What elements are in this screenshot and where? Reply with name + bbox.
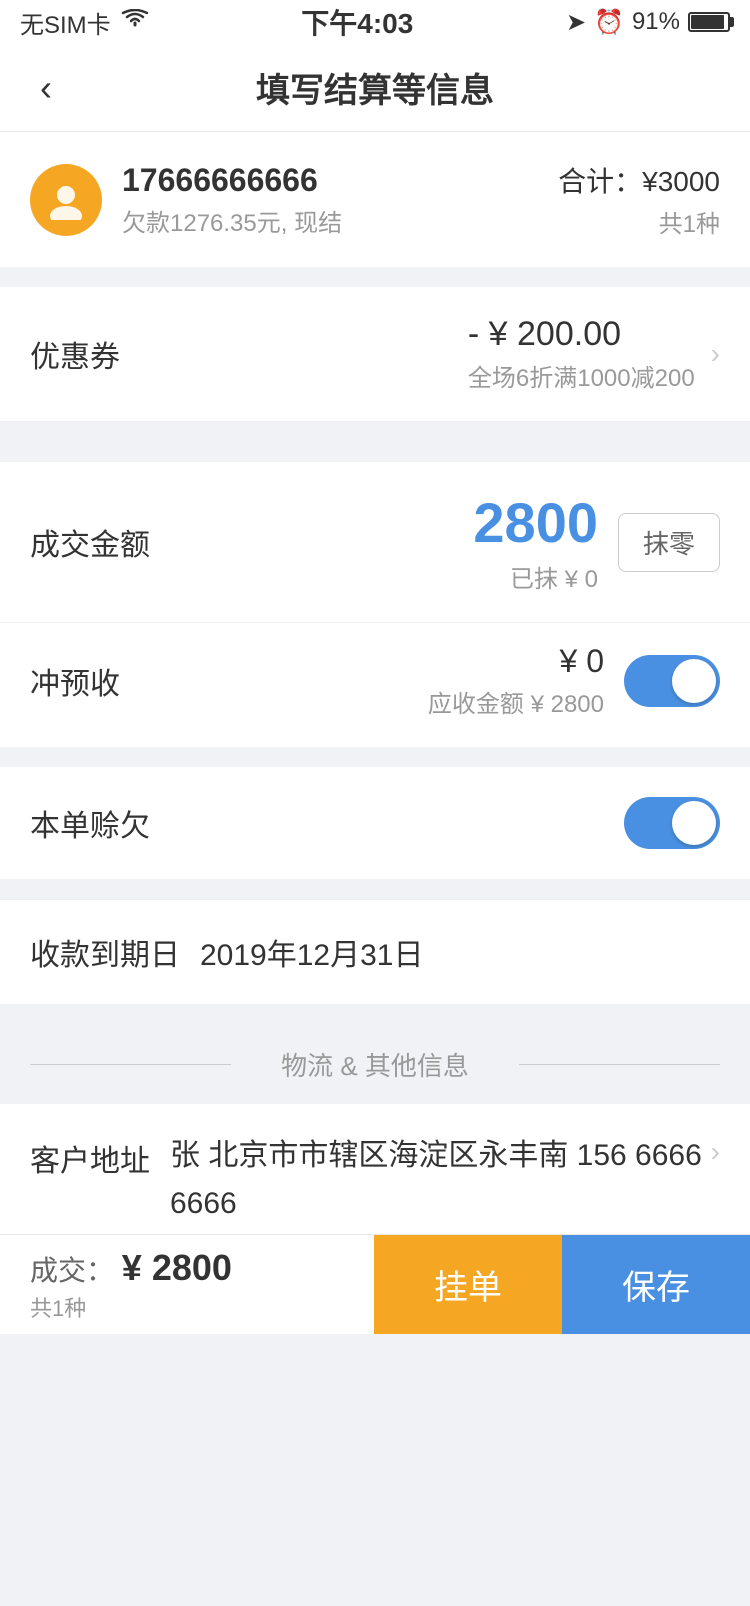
bottom-bar: 成交： ¥ 2800 共1种 挂单 保存	[0, 1234, 750, 1334]
user-details: 17666666666 欠款1276.35元, 现结	[122, 162, 342, 238]
charge-row: 冲预收 ¥ 0 应收金额 ¥ 2800	[0, 622, 750, 747]
divider-line-left	[30, 1064, 231, 1065]
bottom-deal-line: 成交： ¥ 2800	[30, 1247, 344, 1289]
total-amount: ¥3000	[642, 166, 720, 197]
chevron-right-icon: ›	[711, 338, 720, 370]
coupon-amount: - ¥ 200.00	[468, 315, 695, 354]
debt-row: 本单赊欠	[0, 767, 750, 879]
toggle-knob	[672, 659, 716, 703]
separator-1	[0, 442, 750, 462]
user-info: 17666666666 欠款1276.35元, 现结	[30, 162, 342, 238]
hold-button[interactable]: 挂单	[374, 1235, 562, 1334]
divider-text: 物流 & 其他信息	[281, 1046, 469, 1083]
user-subtext: 欠款1276.35元, 现结	[122, 203, 342, 238]
address-label: 客户地址	[30, 1136, 150, 1180]
coupon-label: 优惠券	[30, 332, 120, 376]
separator-2	[0, 747, 750, 767]
deal-label: 成交金额	[30, 520, 150, 564]
total-label-amount: 合计：¥3000	[558, 160, 720, 200]
due-card: 收款到期日 2019年12月31日	[0, 900, 750, 1004]
status-time: 下午4:03	[301, 2, 413, 42]
debt-label: 本单赊欠	[30, 801, 150, 845]
round-button[interactable]: 抹零	[618, 513, 720, 572]
debt-card: 本单赊欠	[0, 767, 750, 879]
coupon-right: - ¥ 200.00 全场6折满1000减200 ›	[468, 315, 720, 393]
bottom-spacer	[0, 1506, 750, 1606]
charge-right: ¥ 0 应收金额 ¥ 2800	[428, 643, 720, 719]
carrier-text: 无SIM卡	[20, 5, 111, 40]
status-right: ➤ ⏰ 91%	[566, 8, 730, 37]
user-card: 17666666666 欠款1276.35元, 现结 合计：¥3000 共1种	[0, 132, 750, 267]
coupon-card: 优惠券 - ¥ 200.00 全场6折满1000减200 ›	[0, 287, 750, 422]
due-label: 收款到期日	[30, 930, 180, 974]
deal-right: 2800 已抹 ¥ 0 抹零	[473, 490, 720, 594]
debt-toggle[interactable]	[624, 797, 720, 849]
status-left: 无SIM卡	[20, 5, 149, 40]
deal-section: 成交金额 2800 已抹 ¥ 0 抹零 冲预收 ¥ 0 应收金额 ¥ 2800	[0, 462, 750, 747]
coupon-row[interactable]: 优惠券 - ¥ 200.00 全场6折满1000减200 ›	[0, 287, 750, 422]
due-row: 收款到期日 2019年12月31日	[0, 900, 750, 1004]
page-title: 填写结算等信息	[256, 63, 494, 112]
address-value: 张 北京市市辖区海淀区永丰南 156 6666 6666	[170, 1132, 711, 1228]
charge-label: 冲预收	[30, 659, 120, 703]
battery-icon	[688, 12, 730, 32]
order-total: 合计：¥3000 共1种	[558, 160, 720, 239]
total-label: 合计：	[558, 166, 642, 197]
charge-sub: 应收金额 ¥ 2800	[428, 684, 604, 719]
save-button[interactable]: 保存	[562, 1235, 750, 1334]
alarm-icon: ⏰	[594, 8, 624, 37]
wifi-icon	[121, 8, 149, 36]
due-value: 2019年12月31日	[200, 930, 423, 974]
coupon-desc: 全场6折满1000减200	[468, 358, 695, 393]
deal-row: 成交金额 2800 已抹 ¥ 0 抹零	[0, 462, 750, 622]
section-divider: 物流 & 其他信息	[0, 1024, 750, 1104]
status-bar: 无SIM卡 下午4:03 ➤ ⏰ 91%	[0, 0, 750, 44]
divider-line-right	[519, 1064, 720, 1065]
charge-amount: ¥ 0	[428, 643, 604, 680]
back-button[interactable]: ‹	[30, 57, 62, 119]
charge-toggle[interactable]	[624, 655, 720, 707]
avatar	[30, 164, 102, 236]
nav-bar: ‹ 填写结算等信息	[0, 44, 750, 132]
bottom-deal-label: 成交：	[30, 1255, 114, 1286]
battery-percent: 91%	[632, 8, 680, 36]
bottom-info: 成交： ¥ 2800 共1种	[0, 1235, 374, 1334]
location-icon: ➤	[566, 8, 586, 37]
total-count: 共1种	[558, 204, 720, 239]
bottom-amount: ¥ 2800	[122, 1247, 232, 1288]
chevron-right-address-icon: ›	[711, 1136, 720, 1168]
bottom-count: 共1种	[30, 1291, 344, 1323]
user-phone: 17666666666	[122, 162, 342, 199]
debt-toggle-knob	[672, 801, 716, 845]
deal-amount: 2800	[473, 491, 598, 554]
deal-sub: 已抹 ¥ 0	[473, 559, 598, 594]
